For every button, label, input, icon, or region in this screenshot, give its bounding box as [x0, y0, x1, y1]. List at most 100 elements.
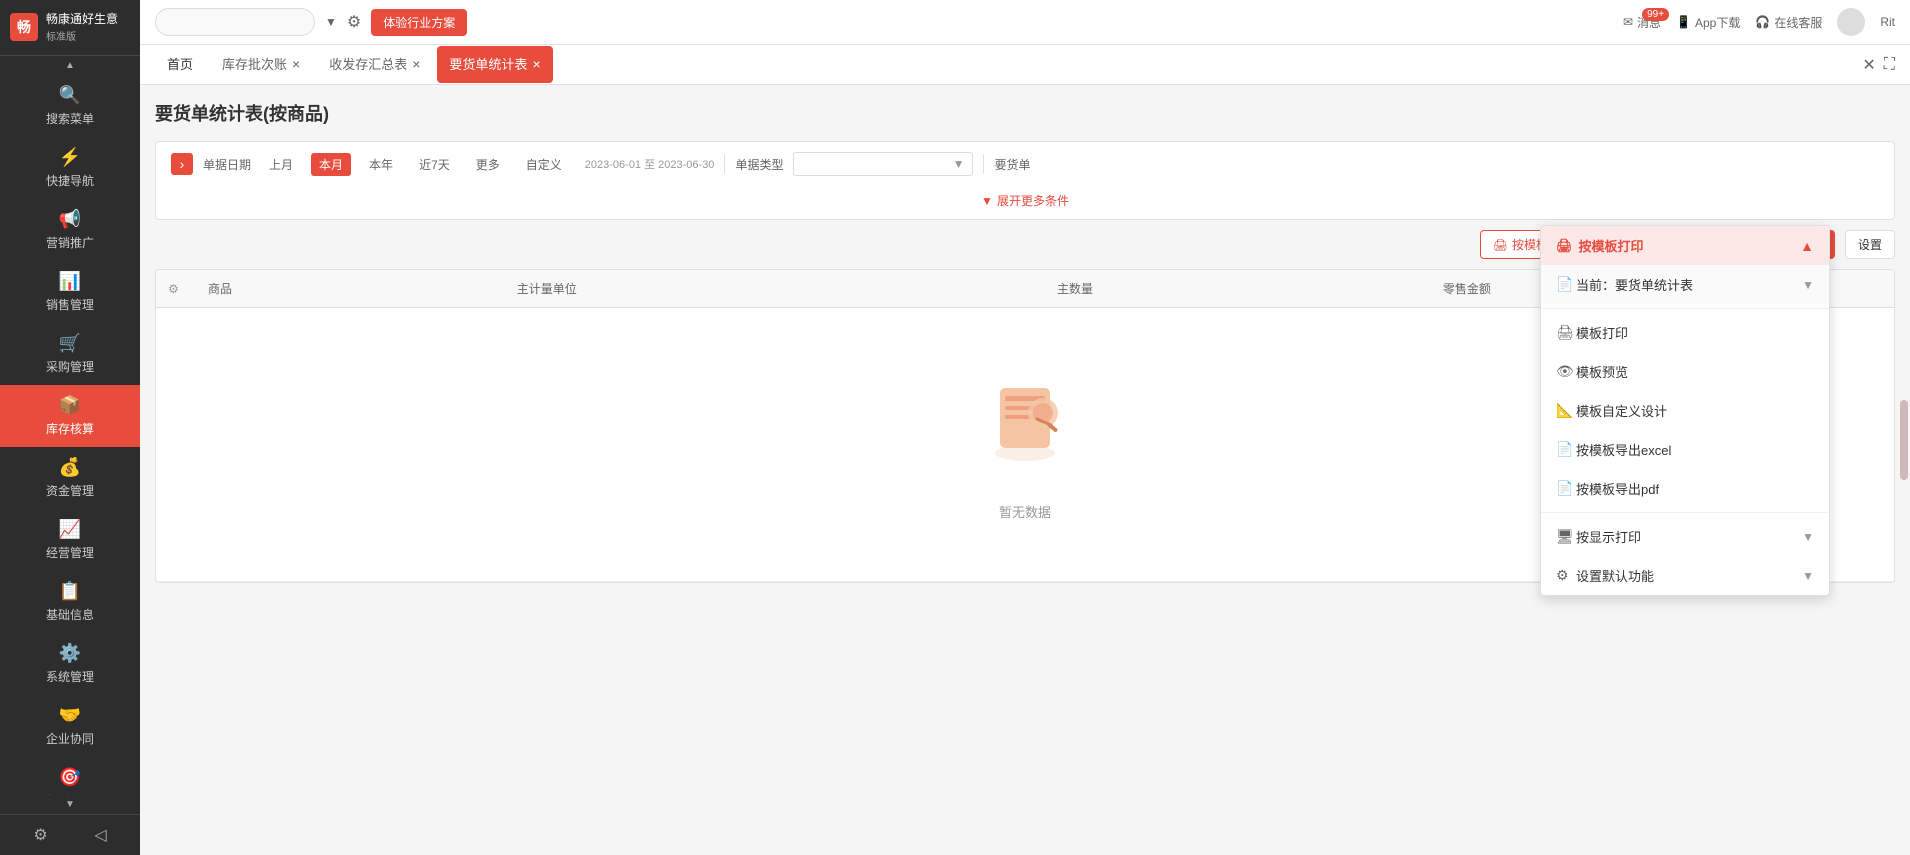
- headset-icon: 🎧: [1755, 15, 1770, 29]
- sidebar-item-system[interactable]: ⚙️ 系统管理: [0, 633, 140, 695]
- type-filter-label: 单据类型: [735, 156, 783, 173]
- template-excel-label: 按模板导出excel: [1576, 440, 1671, 459]
- gear-icon[interactable]: ⚙: [347, 12, 361, 32]
- set-default-label: 设置默认功能: [1576, 566, 1654, 585]
- tab-order-stats-close[interactable]: ×: [532, 56, 540, 72]
- sidebar-item-guide[interactable]: 🎯 新手引导: [0, 757, 140, 795]
- sidebar-item-operations[interactable]: 📈 经营管理: [0, 509, 140, 571]
- collab-label: 企业协同: [46, 730, 94, 747]
- tab-receipt-summary-close[interactable]: ×: [412, 56, 420, 72]
- menu-item-display-print[interactable]: 🖥 按显示打印 ▼: [1541, 517, 1829, 556]
- sidebar-item-inventory[interactable]: 📦 库存核算: [0, 385, 140, 447]
- print-menu-icon: 🖨: [1556, 238, 1573, 254]
- operations-icon: 📈: [59, 519, 81, 540]
- column-settings-icon[interactable]: ⚙: [168, 282, 179, 296]
- tab-inventory-batch-close[interactable]: ×: [292, 56, 300, 72]
- collab-icon: 🤝: [59, 705, 81, 726]
- template-print-label: 模板打印: [1576, 323, 1628, 342]
- demo-btn[interactable]: 体验行业方案: [371, 9, 467, 36]
- sidebar-item-search[interactable]: 🔍 搜索菜单: [0, 75, 140, 137]
- print-dropdown-close-btn[interactable]: ▲: [1800, 238, 1814, 254]
- topbar: ▼ ⚙ 体验行业方案 ✉ 消息 99+ 📱 App下载 🎧 在线客服 Rit: [140, 0, 1910, 45]
- sidebar-item-shortcuts[interactable]: ⚡ 快捷导航: [0, 137, 140, 199]
- filter-toggle-btn[interactable]: ›: [171, 153, 193, 175]
- app-badge: 标准版: [46, 28, 118, 43]
- avatar[interactable]: [1837, 8, 1865, 36]
- date-btn-cur-month[interactable]: 本月: [311, 153, 351, 176]
- order-type-label: 要货单: [994, 156, 1030, 173]
- current-template-label: 当前：要货单统计表: [1576, 275, 1693, 294]
- message-icon: ✉: [1623, 15, 1633, 29]
- search-input[interactable]: [155, 8, 315, 36]
- tabs-right-controls: ✕ ⛶: [1862, 55, 1895, 75]
- print-dropdown-menu: 🖨 按模板打印 ▲ 📄 当前：要货单统计表 ▼ 🖨 模板打印 👁 模板预览: [1540, 225, 1830, 596]
- expand-label: 展开更多条件: [997, 192, 1069, 209]
- tab-inventory-batch[interactable]: 库存批次账 ×: [210, 46, 312, 83]
- logo-icon: 畅: [10, 13, 38, 41]
- date-filter-label: 单据日期: [203, 156, 251, 173]
- type-select[interactable]: ▼: [793, 152, 973, 176]
- expand-icon: ▼: [981, 194, 993, 208]
- sidebar-item-marketing[interactable]: 📢 营销推广: [0, 199, 140, 261]
- template-current-icon: 📄: [1556, 276, 1573, 293]
- template-pdf-icon: 📄: [1556, 480, 1573, 497]
- app-download-btn[interactable]: 📱 App下载: [1676, 14, 1740, 31]
- sidebar-scroll-up[interactable]: ▲: [0, 56, 140, 75]
- main-area: ▼ ⚙ 体验行业方案 ✉ 消息 99+ 📱 App下载 🎧 在线客服 Rit 首…: [140, 0, 1910, 855]
- menu-item-template-pdf[interactable]: 📄 按模板导出pdf: [1541, 469, 1829, 508]
- sidebar-item-finance[interactable]: 💰 资金管理: [0, 447, 140, 509]
- menu-item-template-print[interactable]: 🖨 模板打印: [1541, 313, 1829, 352]
- menu-item-set-default[interactable]: ⚙ 设置默认功能 ▼: [1541, 556, 1829, 595]
- print-dropdown-header: 🖨 按模板打印 ▲: [1541, 226, 1829, 265]
- expand-conditions-btn[interactable]: ▼ 展开更多条件: [981, 192, 1069, 209]
- right-scrollbar: [1900, 400, 1908, 480]
- finance-label: 资金管理: [46, 482, 94, 499]
- date-btn-7days[interactable]: 近7天: [411, 153, 458, 176]
- date-btn-more[interactable]: 更多: [468, 153, 508, 176]
- date-btn-prev-month[interactable]: 上月: [261, 153, 301, 176]
- menu-item-template-preview[interactable]: 👁 模板预览: [1541, 352, 1829, 391]
- current-template-arrow: ▼: [1802, 278, 1814, 292]
- menu-item-template-design[interactable]: 📐 模板自定义设计: [1541, 391, 1829, 430]
- service-btn[interactable]: 🎧 在线客服: [1755, 14, 1822, 31]
- sidebar-item-basic[interactable]: 📋 基础信息: [0, 571, 140, 633]
- inventory-icon: 📦: [59, 395, 81, 416]
- message-btn[interactable]: ✉ 消息 99+: [1623, 14, 1661, 31]
- tab-receipt-summary[interactable]: 收发存汇总表 ×: [317, 46, 432, 83]
- sales-label: 销售管理: [46, 296, 94, 313]
- date-btn-cur-year[interactable]: 本年: [361, 153, 401, 176]
- shortcuts-label: 快捷导航: [46, 172, 94, 189]
- settings-btn[interactable]: 设置: [1845, 230, 1895, 259]
- date-btn-custom[interactable]: 自定义: [518, 153, 570, 176]
- menu-item-template-excel[interactable]: 📄 按模板导出excel: [1541, 430, 1829, 469]
- table-header-settings: ⚙: [156, 270, 196, 308]
- filter-separator-2: [983, 154, 984, 174]
- phone-icon: 📱: [1676, 15, 1691, 29]
- print-current-template[interactable]: 📄 当前：要货单统计表 ▼: [1541, 265, 1829, 304]
- filter-separator: [724, 154, 725, 174]
- empty-icon: [975, 368, 1075, 487]
- app-name: 畅康通好生意: [46, 12, 118, 28]
- tab-receipt-summary-label: 收发存汇总表: [329, 54, 407, 73]
- sidebar-scroll-down[interactable]: ▼: [0, 795, 140, 814]
- purchase-icon: 🛒: [59, 333, 81, 354]
- tab-close-all-btn[interactable]: ✕: [1862, 55, 1875, 75]
- tab-home[interactable]: 首页: [155, 46, 205, 83]
- page-title: 要货单统计表(按商品): [155, 100, 1895, 126]
- tab-bar: 首页 库存批次账 × 收发存汇总表 × 要货单统计表 × ✕ ⛶: [140, 45, 1910, 85]
- print-dropdown-title: 🖨 按模板打印: [1556, 236, 1644, 255]
- tab-order-stats[interactable]: 要货单统计表 ×: [437, 46, 552, 83]
- set-default-arrow: ▼: [1802, 569, 1814, 583]
- tab-maximize-btn[interactable]: ⛶: [1884, 56, 1895, 74]
- search-dropdown-btn[interactable]: ▼: [325, 15, 337, 29]
- template-print-icon: 🖨: [1556, 324, 1574, 341]
- template-preview-icon: 👁: [1556, 363, 1574, 380]
- system-icon: ⚙️: [59, 643, 81, 664]
- settings-icon[interactable]: ⚙: [33, 825, 47, 845]
- basic-label: 基础信息: [46, 606, 94, 623]
- sidebar-item-sales[interactable]: 📊 销售管理: [0, 261, 140, 323]
- audio-icon[interactable]: ◁: [94, 825, 106, 845]
- sidebar-item-collab[interactable]: 🤝 企业协同: [0, 695, 140, 757]
- sidebar-item-purchase[interactable]: 🛒 采购管理: [0, 323, 140, 385]
- operations-label: 经营管理: [46, 544, 94, 561]
